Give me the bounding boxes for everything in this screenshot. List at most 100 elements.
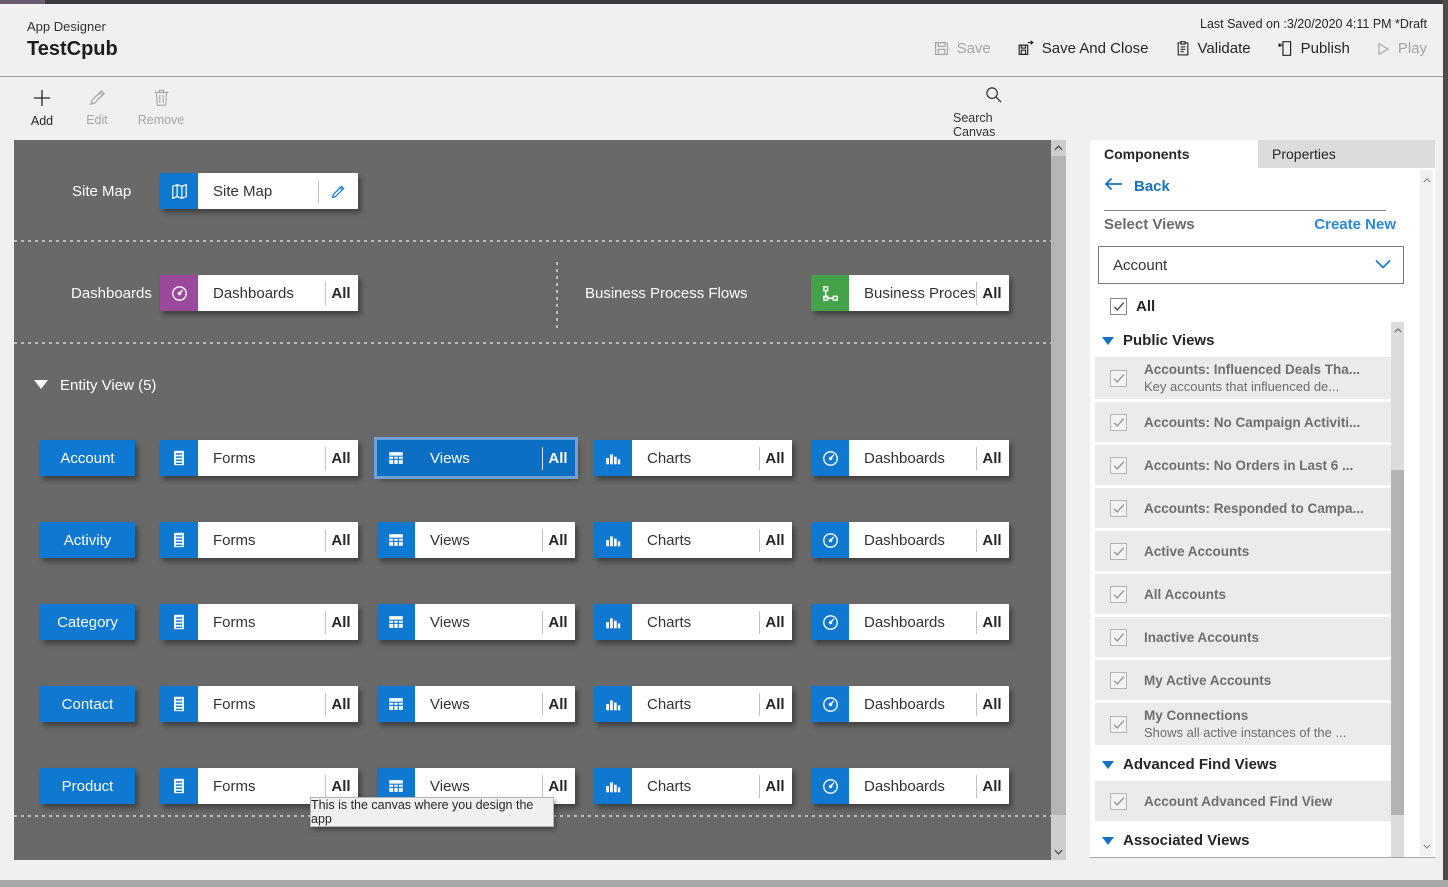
charts-tile[interactable]: Charts All: [594, 440, 792, 476]
view-subtitle: Key accounts that influenced de...: [1144, 379, 1360, 394]
views-tile[interactable]: Views All: [377, 686, 575, 722]
view-list-item[interactable]: Accounts: Influenced Deals Tha... Key ac…: [1095, 357, 1391, 399]
charts-tile[interactable]: Charts All: [594, 604, 792, 640]
entity-button[interactable]: Activity: [40, 522, 135, 558]
edit-button[interactable]: Edit: [72, 88, 122, 127]
edit-sitemap-pencil-icon[interactable]: [318, 180, 358, 203]
panel-scrollbar[interactable]: [1420, 170, 1433, 856]
dashboards-tile[interactable]: Dashboards All: [811, 604, 1009, 640]
back-arrow-icon: [1104, 176, 1124, 196]
views-tile[interactable]: Views All: [377, 604, 575, 640]
all-badge: All: [976, 693, 1007, 716]
select-views-label: Select Views: [1104, 216, 1195, 233]
view-list-item[interactable]: My Active Accounts: [1095, 660, 1391, 700]
section-associated-views[interactable]: Associated Views: [1095, 824, 1391, 857]
dashboard-gauge-icon: [811, 440, 849, 476]
back-button[interactable]: Back: [1104, 176, 1170, 196]
forms-tile[interactable]: Forms All: [160, 604, 358, 640]
forms-tile[interactable]: Forms All: [160, 440, 358, 476]
toolbar: Add Edit Remove Search Canvas: [0, 77, 1443, 140]
view-checkbox[interactable]: [1110, 586, 1127, 603]
section-public-views[interactable]: Public Views: [1095, 324, 1391, 357]
view-list-item[interactable]: Accounts: No Orders in Last 6 ...: [1095, 445, 1391, 485]
view-list-item[interactable]: Accounts: Responded to Campa...: [1095, 488, 1391, 528]
view-list-item[interactable]: Active Accounts: [1095, 531, 1391, 571]
views-list-scrollbar-thumb[interactable]: [1391, 470, 1404, 815]
save-and-close-button[interactable]: Save And Close: [1017, 40, 1149, 57]
scroll-up-icon[interactable]: [1420, 172, 1433, 188]
canvas-scrollbar-thumb[interactable]: [1051, 156, 1066, 815]
validate-button[interactable]: Validate: [1175, 40, 1251, 57]
entity-button[interactable]: Account: [40, 440, 135, 476]
site-map-tile-label: Site Map: [198, 183, 318, 200]
view-checkbox[interactable]: [1110, 370, 1127, 387]
add-button[interactable]: Add: [17, 88, 67, 128]
app-designer-label: App Designer: [27, 19, 106, 34]
app-designer-window: App Designer TestCpub Last Saved on :3/2…: [0, 0, 1448, 887]
play-button[interactable]: Play: [1376, 40, 1427, 57]
dashboards-tile[interactable]: Dashboards All: [160, 275, 358, 311]
save-button[interactable]: Save: [933, 40, 991, 57]
view-checkbox[interactable]: [1110, 543, 1127, 560]
scroll-up-icon[interactable]: [1051, 140, 1066, 156]
view-list-item[interactable]: Accounts: No Campaign Activiti...: [1095, 402, 1391, 442]
entity-button[interactable]: Category: [40, 604, 135, 640]
dashboards-tile[interactable]: Dashboards All: [811, 522, 1009, 558]
create-new-link[interactable]: Create New: [1314, 216, 1396, 233]
scroll-up-icon[interactable]: [1391, 322, 1404, 338]
all-checkbox[interactable]: [1110, 298, 1127, 315]
canvas-scrollbar[interactable]: [1051, 140, 1066, 860]
entity-button[interactable]: Product: [40, 768, 135, 804]
entity-dropdown[interactable]: Account: [1098, 246, 1404, 284]
forms-tile[interactable]: Forms All: [160, 686, 358, 722]
tile-label: Dashboards: [849, 614, 976, 631]
view-checkbox[interactable]: [1110, 414, 1127, 431]
view-list-item[interactable]: Inactive Accounts: [1095, 617, 1391, 657]
view-checkbox[interactable]: [1110, 793, 1127, 810]
forms-tile[interactable]: Forms All: [160, 522, 358, 558]
bar-chart-icon: [594, 604, 632, 640]
separator-dotted: [14, 342, 1051, 344]
view-list-item[interactable]: My Connections Shows all active instance…: [1095, 703, 1391, 745]
tile-label: Charts: [632, 696, 759, 713]
scroll-down-icon[interactable]: [1420, 838, 1433, 854]
view-checkbox[interactable]: [1110, 629, 1127, 646]
charts-tile[interactable]: Charts All: [594, 686, 792, 722]
views-list-scrollbar[interactable]: [1391, 322, 1404, 858]
entity-button[interactable]: Contact: [40, 686, 135, 722]
view-list-item[interactable]: All Accounts: [1095, 574, 1391, 614]
charts-tile[interactable]: Charts All: [594, 522, 792, 558]
tab-components[interactable]: Components: [1090, 140, 1258, 168]
tab-properties[interactable]: Properties: [1258, 140, 1435, 168]
dashboards-tile[interactable]: Dashboards All: [811, 440, 1009, 476]
site-map-tile[interactable]: Site Map: [160, 173, 358, 209]
views-tile[interactable]: Views All: [377, 440, 575, 476]
all-views-checkbox-row[interactable]: All: [1110, 298, 1155, 315]
view-list-item[interactable]: Account Advanced Find View: [1095, 781, 1391, 821]
view-checkbox[interactable]: [1110, 672, 1127, 689]
charts-tile[interactable]: Charts All: [594, 768, 792, 804]
views-table-icon: [377, 686, 415, 722]
view-checkbox[interactable]: [1110, 457, 1127, 474]
all-checkbox-label: All: [1136, 298, 1155, 315]
view-checkbox[interactable]: [1110, 716, 1127, 733]
all-badge: All: [325, 611, 356, 634]
design-canvas[interactable]: Site Map Site Map Dashboards Dashboards …: [14, 140, 1066, 860]
entity-row: Contact Forms All Views All Charts All: [14, 686, 1051, 722]
bar-chart-icon: [594, 522, 632, 558]
all-badge: All: [759, 693, 790, 716]
dashboards-tile[interactable]: Dashboards All: [811, 768, 1009, 804]
dashboards-tile[interactable]: Dashboards All: [811, 686, 1009, 722]
entity-view-collapse-icon[interactable]: [34, 380, 48, 389]
business-process-flows-tile[interactable]: Business Proces... All: [811, 275, 1009, 311]
views-tile[interactable]: Views All: [377, 522, 575, 558]
remove-button[interactable]: Remove: [136, 88, 186, 127]
section-advanced-find-views[interactable]: Advanced Find Views: [1095, 748, 1391, 781]
play-icon: [1376, 41, 1391, 57]
search-canvas-button[interactable]: Search Canvas: [953, 86, 1033, 139]
publish-button[interactable]: Publish: [1277, 40, 1350, 57]
save-icon: [933, 40, 950, 57]
search-icon: [984, 86, 1003, 108]
scroll-down-icon[interactable]: [1051, 844, 1066, 860]
view-checkbox[interactable]: [1110, 500, 1127, 517]
